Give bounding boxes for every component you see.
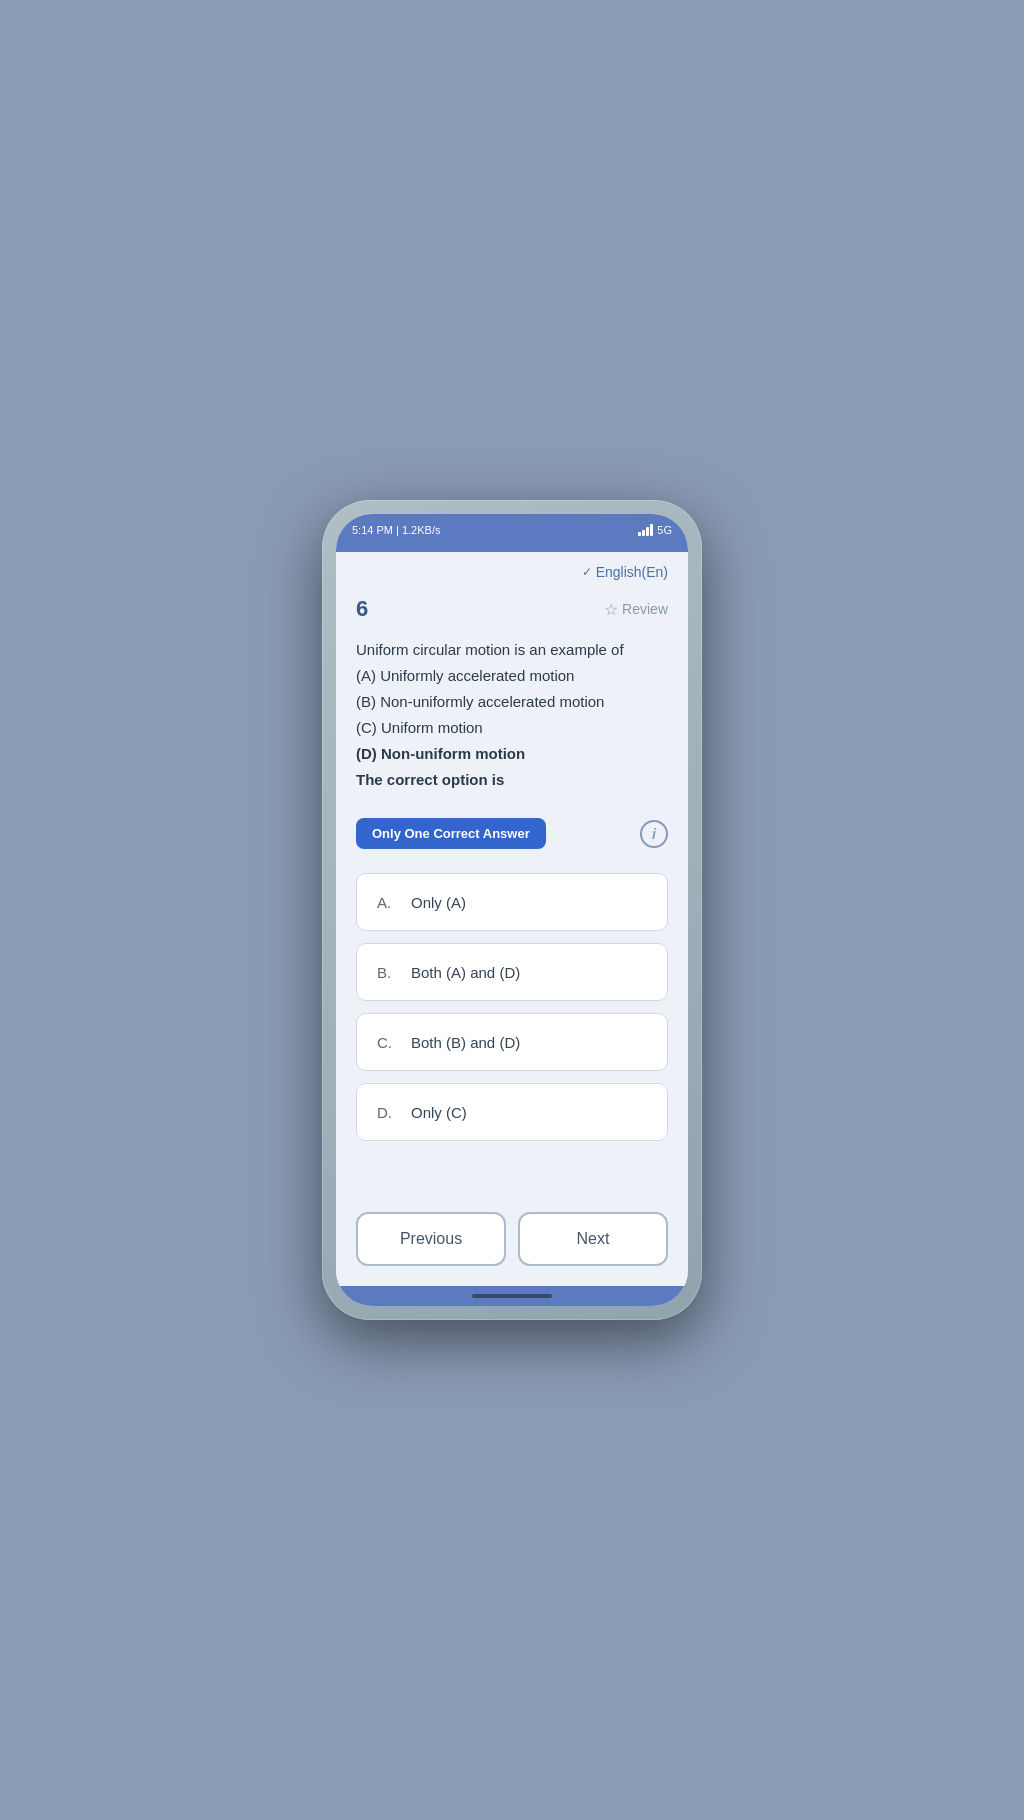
nav-buttons: Previous Next bbox=[336, 1196, 688, 1286]
question-line-1: Uniform circular motion is an example of bbox=[356, 638, 668, 662]
option-b-letter: B. bbox=[377, 964, 397, 981]
status-bar: 5:14 PM | 1.2KB/s 5G bbox=[336, 514, 688, 546]
previous-button[interactable]: Previous bbox=[356, 1212, 506, 1266]
option-d-letter: D. bbox=[377, 1104, 397, 1121]
signal-bar-2 bbox=[642, 530, 645, 536]
options-section: A. Only (A) B. Both (A) and (D) C. Both … bbox=[336, 865, 688, 1196]
next-button[interactable]: Next bbox=[518, 1212, 668, 1266]
option-a-text: Only (A) bbox=[411, 894, 466, 911]
option-d[interactable]: D. Only (C) bbox=[356, 1083, 668, 1141]
signal-bar-4 bbox=[650, 524, 653, 536]
signal-bar-3 bbox=[646, 527, 649, 536]
question-line-2: (A) Uniformly accelerated motion bbox=[356, 664, 668, 688]
option-c-letter: C. bbox=[377, 1034, 397, 1051]
question-line-6: The correct option is bbox=[356, 768, 668, 792]
status-right: 5G bbox=[638, 524, 672, 536]
app-content: ✓ English(En) 6 ☆ Review Uniform circula… bbox=[336, 552, 688, 1286]
answer-type-badge[interactable]: Only One Correct Answer bbox=[356, 818, 546, 849]
phone-screen: 5:14 PM | 1.2KB/s 5G ✓ English(En) bbox=[336, 514, 688, 1306]
phone-wrapper: 5:14 PM | 1.2KB/s 5G ✓ English(En) bbox=[322, 500, 702, 1320]
option-c[interactable]: C. Both (B) and (D) bbox=[356, 1013, 668, 1071]
info-icon[interactable]: i bbox=[640, 820, 668, 848]
question-line-4: (C) Uniform motion bbox=[356, 716, 668, 740]
review-label: Review bbox=[622, 601, 668, 617]
question-line-3: (B) Non-uniformly accelerated motion bbox=[356, 690, 668, 714]
option-b[interactable]: B. Both (A) and (D) bbox=[356, 943, 668, 1001]
answer-type-section: Only One Correct Answer i bbox=[336, 810, 688, 865]
signal-bar-1 bbox=[638, 532, 641, 536]
home-indicator bbox=[336, 1286, 688, 1306]
question-text: Uniform circular motion is an example of… bbox=[336, 634, 688, 810]
option-d-text: Only (C) bbox=[411, 1104, 467, 1121]
question-line-5: (D) Non-uniform motion bbox=[356, 742, 668, 766]
chevron-down-icon: ✓ bbox=[582, 565, 592, 579]
question-number: 6 bbox=[356, 596, 368, 622]
language-text[interactable]: ✓ English(En) bbox=[582, 564, 668, 580]
star-icon: ☆ bbox=[604, 600, 618, 619]
review-button[interactable]: ☆ Review bbox=[604, 600, 668, 619]
network-type: 5G bbox=[657, 524, 672, 536]
home-bar bbox=[472, 1294, 552, 1298]
option-c-text: Both (B) and (D) bbox=[411, 1034, 520, 1051]
status-time: 5:14 PM | 1.2KB/s bbox=[352, 524, 440, 536]
signal-bars bbox=[638, 524, 653, 536]
option-a-letter: A. bbox=[377, 894, 397, 911]
option-b-text: Both (A) and (D) bbox=[411, 964, 520, 981]
option-a[interactable]: A. Only (A) bbox=[356, 873, 668, 931]
question-header: 6 ☆ Review bbox=[336, 588, 688, 634]
language-label: English(En) bbox=[596, 564, 668, 580]
language-selector[interactable]: ✓ English(En) bbox=[336, 552, 688, 588]
